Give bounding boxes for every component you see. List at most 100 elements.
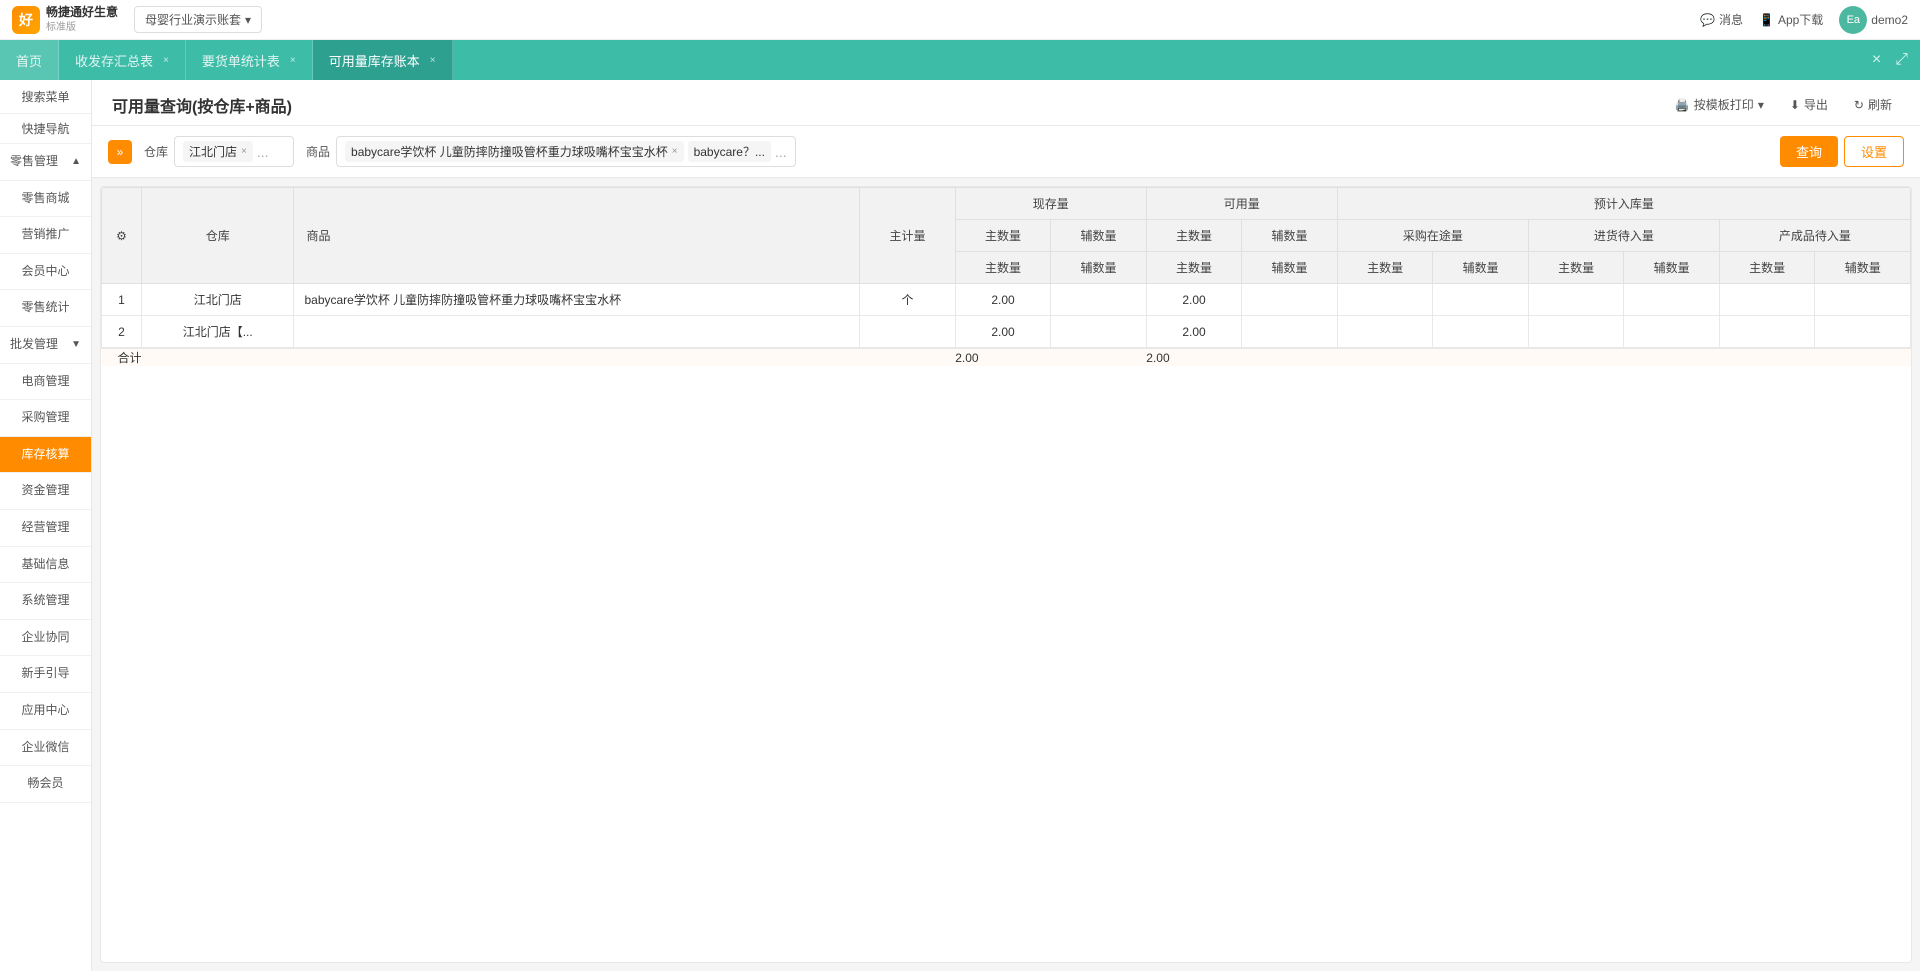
- row2-inc-main: [1528, 316, 1624, 349]
- close-all-tabs-btn[interactable]: ×: [1868, 47, 1885, 73]
- row1-stock-main: 2.00: [955, 284, 1051, 316]
- table-footer-row: 合计 2.00 2.00: [102, 348, 1911, 366]
- sidebar-item-zero-sales-mgmt[interactable]: 零售管理 ▲: [0, 144, 91, 181]
- sidebar-item-members[interactable]: 会员中心: [0, 254, 91, 291]
- sidebar-item-operations[interactable]: 经营管理: [0, 510, 91, 547]
- sidebar-item-enterprise-wx-label: 企业微信: [21, 740, 69, 756]
- th-avail-aux2: 辅数量: [1242, 252, 1338, 284]
- sidebar-item-basic-info[interactable]: 基础信息: [0, 547, 91, 584]
- phone-icon: 📱: [1759, 13, 1774, 27]
- sidebar-item-member[interactable]: 畅会员: [0, 766, 91, 803]
- page-title: 可用量查询(按仓库+商品): [112, 93, 292, 117]
- sidebar-item-newbie[interactable]: 新手引导: [0, 656, 91, 693]
- sidebar-item-system[interactable]: 系统管理: [0, 583, 91, 620]
- sidebar-quick-nav[interactable]: 快捷导航: [0, 114, 91, 144]
- th-incoming-group: 进货待入量: [1528, 220, 1719, 252]
- tab-order-stats[interactable]: 要货单统计表 ×: [186, 40, 313, 80]
- row2-inc-aux: [1624, 316, 1720, 349]
- row2-product: [294, 316, 860, 349]
- warehouse-input[interactable]: 江北门店 × ...: [174, 136, 294, 167]
- main-layout: 搜索菜单 快捷导航 零售管理 ▲ 零售商城 营销推广 会员中心 零售统计 批发管…: [0, 80, 1920, 971]
- row1-prod-aux: [1815, 284, 1911, 316]
- row1-avail-aux: [1242, 284, 1338, 316]
- row1-unit: 个: [860, 284, 956, 316]
- chevron-up-icon: ▲: [71, 155, 81, 168]
- row1-inc-main: [1528, 284, 1624, 316]
- footer-pt-main: [1337, 348, 1433, 366]
- product-ellipsis[interactable]: ...: [775, 144, 787, 160]
- sidebar-item-online-store-label: 零售商城: [21, 191, 69, 207]
- footer-label: 合计: [102, 348, 956, 366]
- th-prod-main: 主数量: [1719, 252, 1815, 284]
- table-row: 1 江北门店 babycare学饮杯 儿童防摔防撞吸管杯重力球吸嘴杯宝宝水杯 个…: [102, 284, 1911, 316]
- export-btn[interactable]: ⬇ 导出: [1782, 92, 1836, 117]
- row1-stock-aux: [1051, 284, 1147, 316]
- sidebar-item-zero-sales-label: 零售管理: [10, 154, 58, 170]
- sidebar-item-collab[interactable]: 企业协同: [0, 620, 91, 657]
- sidebar-item-finance-label: 资金管理: [21, 483, 69, 499]
- th-stock-aux2: 辅数量: [1051, 252, 1147, 284]
- th-unit: 主计量: [860, 188, 956, 284]
- row2-unit: [860, 316, 956, 349]
- sidebar-search[interactable]: 搜索菜单: [0, 80, 91, 114]
- row1-pt-main: [1337, 284, 1433, 316]
- product-tag1-close[interactable]: ×: [672, 146, 678, 157]
- row1-pt-aux: [1433, 284, 1529, 316]
- row1-product: babycare学饮杯 儿童防摔防撞吸管杯重力球吸嘴杯宝宝水杯: [294, 284, 860, 316]
- sidebar-item-retail-stats[interactable]: 零售统计: [0, 290, 91, 327]
- warehouse-ellipsis[interactable]: ...: [257, 144, 269, 160]
- sidebar-item-operations-label: 经营管理: [21, 520, 69, 536]
- footer-stock-aux: [1051, 348, 1147, 366]
- row1-num: 1: [102, 284, 142, 316]
- industry-selector[interactable]: 母婴行业演示账套 ▾: [134, 6, 262, 33]
- sidebar-item-ecommerce[interactable]: 电商管理: [0, 364, 91, 401]
- th-planned-group: 预计入库量: [1337, 188, 1910, 220]
- messages-label: 消息: [1719, 11, 1743, 28]
- warehouse-tag-value: 江北门店: [189, 143, 237, 160]
- sidebar-item-purchase[interactable]: 采购管理: [0, 400, 91, 437]
- sidebar-item-online-store[interactable]: 零售商城: [0, 181, 91, 218]
- refresh-btn[interactable]: ↻ 刷新: [1846, 92, 1900, 117]
- tab-receive-pay[interactable]: 收发存汇总表 ×: [59, 40, 186, 80]
- sidebar-item-marketing[interactable]: 营销推广: [0, 217, 91, 254]
- navtabs: 首页 收发存汇总表 × 要货单统计表 × 可用量库存账本 × × ⤢: [0, 40, 1920, 80]
- tab-available-stock-close[interactable]: ×: [430, 55, 436, 66]
- row1-prod-main: [1719, 284, 1815, 316]
- sidebar-item-enterprise-wx[interactable]: 企业微信: [0, 730, 91, 767]
- warehouse-tag-close[interactable]: ×: [241, 146, 247, 157]
- filter-area: » 仓库 江北门店 × ... 商品 babycare学饮杯 儿童防摔防撞吸管杯…: [92, 126, 1920, 178]
- sidebar-item-inventory[interactable]: 库存核算: [0, 437, 91, 474]
- app-download-btn[interactable]: 📱 App下载: [1759, 11, 1823, 28]
- tab-order-stats-close[interactable]: ×: [290, 55, 296, 66]
- footer-pt-aux: [1433, 348, 1529, 366]
- th-warehouse: 仓库: [142, 188, 294, 284]
- print-btn[interactable]: 🖨️ 按模板打印 ▾: [1667, 92, 1772, 117]
- footer-avail-main: 2.00: [1146, 348, 1242, 366]
- sidebar-item-wholesale-mgmt[interactable]: 批发管理 ▼: [0, 327, 91, 364]
- expand-btn[interactable]: ⤢: [1891, 47, 1912, 73]
- tab-home[interactable]: 首页: [0, 40, 59, 80]
- logo-sub-text: 标准版: [46, 21, 118, 34]
- product-input[interactable]: babycare学饮杯 儿童防摔防撞吸管杯重力球吸嘴杯宝宝水杯 × babyca…: [336, 136, 796, 167]
- settings-button[interactable]: 设置: [1844, 136, 1904, 167]
- sidebar-item-app-center[interactable]: 应用中心: [0, 693, 91, 730]
- tab-receive-pay-close[interactable]: ×: [163, 55, 169, 66]
- footer-prod-aux: [1815, 348, 1911, 366]
- footer-prod-main: [1719, 348, 1815, 366]
- tab-available-stock[interactable]: 可用量库存账本 ×: [313, 40, 453, 80]
- footer-stock-main: 2.00: [955, 348, 1051, 366]
- row2-stock-aux: [1051, 316, 1147, 349]
- user-menu[interactable]: Ea demo2: [1839, 6, 1908, 34]
- sidebar-item-marketing-label: 营销推广: [21, 227, 69, 243]
- sidebar-item-finance[interactable]: 资金管理: [0, 473, 91, 510]
- th-available-group: 可用量: [1146, 188, 1337, 220]
- row2-avail-main: 2.00: [1146, 316, 1242, 349]
- query-button[interactable]: 查询: [1780, 136, 1838, 167]
- username-label: demo2: [1871, 13, 1908, 27]
- filter-expand-btn[interactable]: »: [108, 140, 132, 164]
- th-gear[interactable]: ⚙: [102, 188, 142, 284]
- chevron-down-icon2: ▾: [1758, 98, 1764, 112]
- messages-btn[interactable]: 💬 消息: [1700, 11, 1743, 28]
- row1-avail-main: 2.00: [1146, 284, 1242, 316]
- table-container: ⚙ 仓库 商品 主计量 现存量 可用量 预计入库量 主数量 辅数量 主数量 辅数…: [100, 186, 1912, 963]
